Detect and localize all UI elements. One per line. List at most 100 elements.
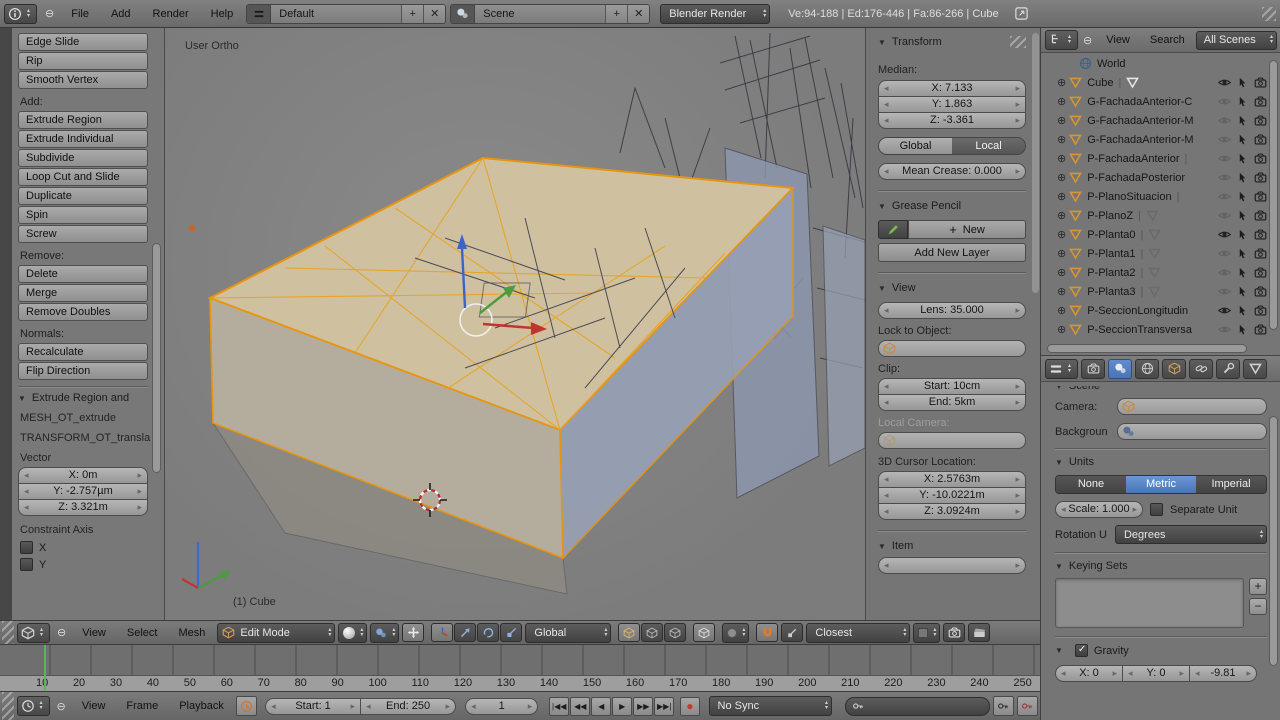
operator-panel-title[interactable]: Extrude Region and bbox=[18, 392, 148, 404]
previous-keyframe-button[interactable]: ◀◀ bbox=[570, 696, 591, 716]
scene-name[interactable]: Scene bbox=[475, 8, 605, 20]
gravity-y-field[interactable]: Y: 0 bbox=[1122, 665, 1190, 682]
keying-sets-panel-title[interactable]: Keying Sets bbox=[1055, 560, 1267, 572]
vector-z-field[interactable]: Z: 3.321m bbox=[18, 499, 148, 516]
timeline-menu-view[interactable]: View bbox=[73, 694, 115, 718]
renderability-icon[interactable] bbox=[1254, 76, 1267, 89]
cursor-z-field[interactable]: Z: 3.0924m bbox=[878, 503, 1026, 520]
render-engine-dropdown[interactable]: Blender Render bbox=[660, 3, 771, 24]
renderability-icon[interactable] bbox=[1254, 152, 1267, 165]
constraint-x-checkbox[interactable] bbox=[20, 541, 33, 554]
tool-shelf-scrollbar[interactable] bbox=[152, 243, 161, 473]
expand-icon[interactable] bbox=[1057, 304, 1066, 317]
manipulator-axis-button[interactable] bbox=[431, 623, 454, 642]
outliner-item[interactable]: P-PlanoZ bbox=[1041, 206, 1280, 225]
clip-start-field[interactable]: Start: 10cm bbox=[878, 378, 1026, 395]
outliner-item[interactable]: P-SeccionTransversa bbox=[1041, 320, 1280, 339]
panel-drag-corner[interactable] bbox=[1010, 36, 1026, 48]
editor-type-timeline-button[interactable] bbox=[16, 696, 50, 716]
jump-to-start-button[interactable]: |◀◀ bbox=[549, 696, 570, 716]
unit-metric-button[interactable]: Metric bbox=[1126, 476, 1196, 493]
tool-loop-cut[interactable]: Loop Cut and Slide bbox=[18, 168, 148, 186]
visibility-icon[interactable] bbox=[1218, 152, 1231, 165]
constraint-y-checkbox[interactable] bbox=[20, 558, 33, 571]
tool-spin[interactable]: Spin bbox=[18, 206, 148, 224]
cursor-x-field[interactable]: X: 2.5763m bbox=[878, 471, 1026, 488]
outliner-item[interactable]: P-FachadaPosterior bbox=[1041, 168, 1280, 187]
selectability-icon[interactable] bbox=[1237, 134, 1248, 145]
editor-type-info-button[interactable] bbox=[4, 3, 38, 24]
add-keying-set-button[interactable]: + bbox=[1249, 578, 1267, 595]
current-frame-indicator[interactable] bbox=[44, 645, 46, 691]
sync-mode-dropdown[interactable]: No Sync bbox=[708, 696, 832, 716]
tool-merge[interactable]: Merge bbox=[18, 284, 148, 302]
unit-none-button[interactable]: None bbox=[1056, 476, 1126, 493]
lock-object-field[interactable] bbox=[878, 340, 1026, 357]
visibility-icon[interactable] bbox=[1218, 190, 1231, 203]
manipulator-rotate-button[interactable] bbox=[477, 623, 500, 642]
renderability-icon[interactable] bbox=[1254, 247, 1267, 260]
selectability-icon[interactable] bbox=[1237, 267, 1248, 278]
transform-orientation-dropdown[interactable]: Global bbox=[525, 622, 612, 643]
outliner-item[interactable]: P-Planta0 bbox=[1041, 225, 1280, 244]
outliner-filter-dropdown[interactable]: All Scenes bbox=[1195, 30, 1277, 50]
renderability-icon[interactable] bbox=[1254, 133, 1267, 146]
editor-type-outliner-button[interactable] bbox=[1045, 30, 1079, 50]
expand-icon[interactable] bbox=[1057, 285, 1066, 298]
tool-subdivide[interactable]: Subdivide bbox=[18, 149, 148, 167]
area-corner-widget[interactable] bbox=[2, 692, 14, 720]
frame-start-field[interactable]: Start: 1 bbox=[265, 697, 362, 715]
scene-selector[interactable]: Scene + ✕ bbox=[450, 3, 651, 24]
window-duplicate-icon[interactable] bbox=[1011, 4, 1033, 23]
vertex-select-button[interactable] bbox=[618, 623, 641, 642]
outliner-item[interactable]: P-SeccionLongitudin bbox=[1041, 301, 1280, 320]
jump-to-end-button[interactable]: ▶▶| bbox=[654, 696, 675, 716]
median-y-field[interactable]: Y: 1.863 bbox=[878, 96, 1026, 113]
selectability-icon[interactable] bbox=[1237, 248, 1248, 259]
grease-pencil-draw-button[interactable] bbox=[878, 220, 908, 239]
selectability-icon[interactable] bbox=[1237, 191, 1248, 202]
snap-target-dropdown[interactable] bbox=[913, 622, 941, 643]
background-scene-field[interactable] bbox=[1117, 423, 1267, 440]
outliner-item[interactable]: P-Planta2 bbox=[1041, 263, 1280, 282]
renderability-icon[interactable] bbox=[1254, 209, 1267, 222]
tab-scene[interactable] bbox=[1108, 358, 1133, 379]
rotation-units-dropdown[interactable]: Degrees bbox=[1114, 525, 1267, 544]
timeline-area[interactable]: 10 20 30 40 50 60 70 80 90 100 110 120 130 140 150 160 1… bbox=[0, 645, 1040, 692]
expand-icon[interactable] bbox=[1057, 247, 1066, 260]
tool-remove-doubles[interactable]: Remove Doubles bbox=[18, 303, 148, 321]
remove-keying-set-button[interactable]: − bbox=[1249, 598, 1267, 615]
expand-icon[interactable] bbox=[1057, 209, 1066, 222]
grease-new-button[interactable]: + New bbox=[908, 220, 1026, 239]
active-keying-set-field[interactable] bbox=[845, 696, 990, 716]
visibility-icon[interactable] bbox=[1218, 247, 1231, 260]
tool-extrude-individual[interactable]: Extrude Individual bbox=[18, 130, 148, 148]
snap-toggle[interactable] bbox=[756, 623, 779, 642]
play-reverse-button[interactable]: ◀ bbox=[591, 696, 612, 716]
opengl-render-still-button[interactable] bbox=[943, 623, 966, 642]
expand-icon[interactable] bbox=[1057, 95, 1066, 108]
preview-range-toggle[interactable] bbox=[235, 696, 258, 716]
tool-screw[interactable]: Screw bbox=[18, 225, 148, 243]
selectability-icon[interactable] bbox=[1237, 229, 1248, 240]
outliner-item[interactable]: P-Planta3 bbox=[1041, 282, 1280, 301]
window-corner-widget[interactable] bbox=[1262, 6, 1276, 21]
outliner-item[interactable]: Cube bbox=[1041, 73, 1280, 92]
screen-layout-selector[interactable]: Default + ✕ bbox=[246, 3, 447, 24]
play-button[interactable]: ▶ bbox=[612, 696, 633, 716]
viewport-3d[interactable]: User Ortho (1) Cube bbox=[165, 28, 865, 620]
next-keyframe-button[interactable]: ▶▶ bbox=[633, 696, 654, 716]
manipulator-scale-button[interactable] bbox=[500, 623, 523, 642]
add-layout-button[interactable]: + bbox=[401, 4, 424, 23]
outliner-collapse-icon[interactable] bbox=[1083, 34, 1092, 47]
menu-help[interactable]: Help bbox=[202, 2, 243, 26]
tab-world[interactable] bbox=[1135, 358, 1160, 379]
snap-element-dropdown[interactable]: Closest bbox=[806, 622, 911, 643]
manipulator-translate-button[interactable] bbox=[454, 623, 477, 642]
outliner-horizontal-scrollbar[interactable] bbox=[1047, 344, 1247, 353]
tool-rip[interactable]: Rip bbox=[18, 52, 148, 70]
tool-edge-slide[interactable]: Edge Slide bbox=[18, 33, 148, 51]
visibility-icon[interactable] bbox=[1218, 228, 1231, 241]
selectability-icon[interactable] bbox=[1237, 153, 1248, 164]
menu-render[interactable]: Render bbox=[144, 2, 198, 26]
